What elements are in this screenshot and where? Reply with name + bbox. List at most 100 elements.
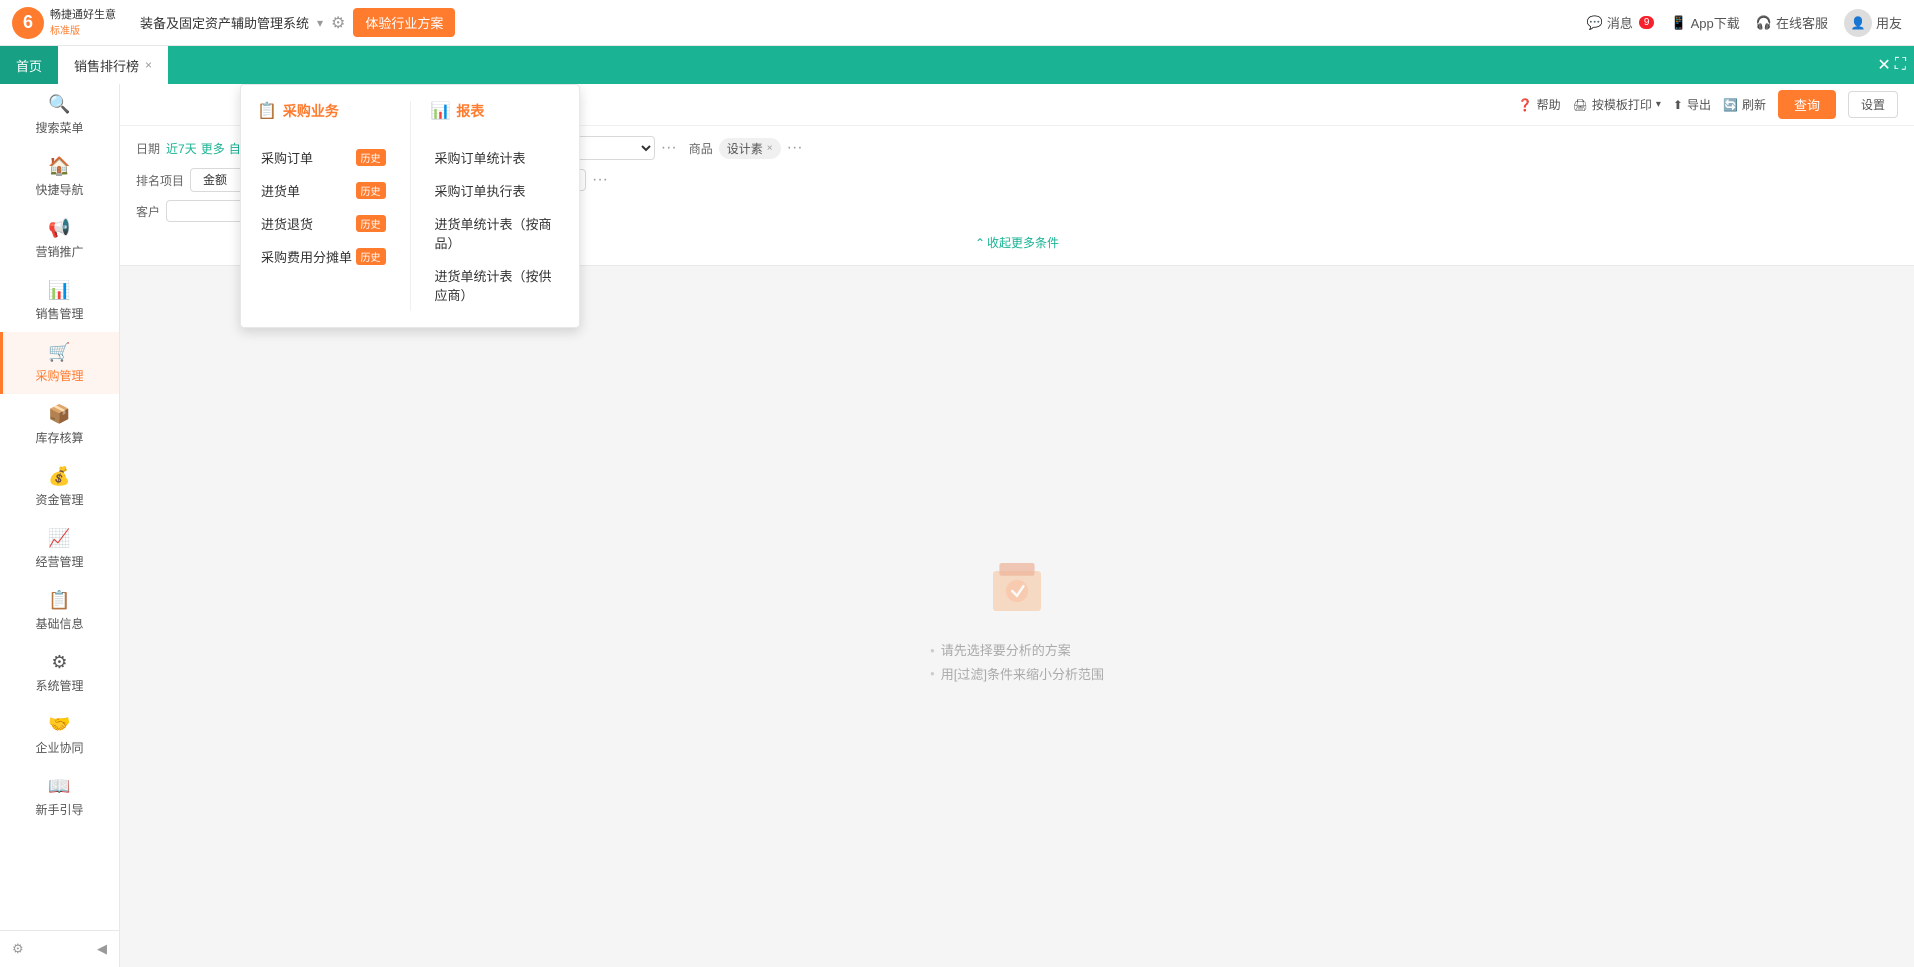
dropdown-col-reports: 📊 报表 采购订单统计表 采购订单执行表 进货单统计表（按商品） 进货单统计表（…	[431, 101, 564, 311]
sidebar-item-guide[interactable]: 📖 新手引导	[0, 766, 119, 828]
system-icon: ⚙	[51, 652, 67, 673]
dropdown-item-receipt[interactable]: 进货单 历史	[257, 174, 390, 207]
app-download-btn[interactable]: 📱 App下载	[1670, 13, 1739, 32]
sidebar-item-nav[interactable]: 🏠 快捷导航	[0, 146, 119, 208]
finance-icon: 💰	[48, 466, 70, 487]
history-badge-receipt: 历史	[356, 182, 386, 199]
sales-icon: 📊	[48, 280, 70, 301]
user-avatar: 👤	[1844, 9, 1872, 37]
tab-home[interactable]: 首页	[0, 46, 58, 84]
sidebar-bottom: ⚙ ◀	[0, 930, 119, 967]
purchase-biz-header: 📋 采购业务	[257, 101, 390, 129]
print-dropdown-icon[interactable]: ▾	[1656, 99, 1661, 110]
empty-tips: 请先选择要分析的方案 用[过滤]条件来缩小分析范围	[930, 639, 1104, 686]
basic-icon: 📋	[48, 590, 70, 611]
goods-tag-close[interactable]: ×	[767, 143, 773, 154]
dropdown-item-order-stats[interactable]: 采购订单统计表	[431, 141, 564, 174]
rank-label: 排名项目	[136, 172, 184, 189]
reports-icon: 📊	[431, 101, 451, 121]
date-label: 日期	[136, 140, 160, 157]
empty-illustration	[977, 547, 1057, 627]
online-service-btn[interactable]: 🎧 在线客服	[1756, 13, 1828, 32]
header-right: 💬 消息 9 📱 App下载 🎧 在线客服 👤 用友	[1587, 9, 1902, 37]
logo-area: 6 畅捷通好生意 标准版	[12, 7, 132, 39]
refresh-btn[interactable]: 🔄 刷新	[1723, 96, 1766, 113]
empty-state: 请先选择要分析的方案 用[过滤]条件来缩小分析范围	[120, 266, 1914, 967]
sidebar-item-search[interactable]: 🔍 搜索菜单	[0, 84, 119, 146]
system-dropdown-arrow[interactable]: ▾	[317, 16, 323, 30]
sidebar-item-sales[interactable]: 📊 销售管理	[0, 270, 119, 332]
customer-label: 客户	[136, 203, 160, 220]
salesman-more-btn[interactable]: ···	[592, 171, 608, 189]
goods-filter: 商品 设计素 × ···	[689, 138, 803, 159]
tip-2: 用[过滤]条件来缩小分析范围	[930, 663, 1104, 686]
dropdown-item-receipt-stats-goods[interactable]: 进货单统计表（按商品）	[431, 207, 564, 259]
purchase-biz-icon: 📋	[257, 101, 277, 121]
sidebar-item-finance[interactable]: 💰 资金管理	[0, 456, 119, 518]
tab-actions: ✕ ⛶	[1877, 55, 1914, 75]
home-icon: 🏠	[48, 156, 70, 177]
tab-sales-rank[interactable]: 销售排行榜 ×	[58, 46, 168, 84]
history-badge-return: 历史	[356, 215, 386, 232]
operations-icon: 📈	[48, 528, 70, 549]
phone-icon: 📱	[1670, 15, 1686, 31]
sidebar-item-inventory[interactable]: 📦 库存核算	[0, 394, 119, 456]
status-more-btn[interactable]: ···	[661, 139, 677, 157]
sidebar-collapse-icon[interactable]: ◀	[97, 941, 107, 957]
dropdown-divider	[410, 101, 411, 311]
collapse-btn[interactable]: ⌃ 收起更多条件	[971, 230, 1063, 255]
dropdown-menu: 📋 采购业务 采购订单 历史 进货单 历史 进货退货 历史	[240, 84, 580, 328]
fullscreen-icon[interactable]: ⛶	[1895, 56, 1906, 74]
tab-close-btn[interactable]: ×	[145, 58, 152, 72]
export-icon: ⬆	[1673, 98, 1683, 112]
sidebar-item-basic[interactable]: 📋 基础信息	[0, 580, 119, 642]
set-button[interactable]: 设置	[1848, 91, 1898, 118]
dropdown-item-receipt-stats-supplier[interactable]: 进货单统计表（按供应商）	[431, 259, 564, 311]
sidebar-item-operations[interactable]: 📈 经营管理	[0, 518, 119, 580]
logo-icon: 6	[12, 7, 44, 39]
system-title: 装备及固定资产辅助管理系统	[140, 13, 309, 32]
logo-text: 畅捷通好生意 标准版	[50, 8, 116, 37]
header-center: 装备及固定资产辅助管理系统 ▾ ⚙ 体验行业方案	[132, 8, 1587, 37]
help-btn[interactable]: ❓ 帮助	[1518, 96, 1561, 113]
active-bar	[0, 332, 3, 394]
sidebar-item-system[interactable]: ⚙ 系统管理	[0, 642, 119, 704]
print-btn[interactable]: 🖨 按模板打印 ▾	[1573, 96, 1661, 113]
goods-more-btn[interactable]: ···	[787, 139, 803, 157]
history-badge-purchase-order: 历史	[356, 149, 386, 166]
sidebar-item-collab[interactable]: 🤝 企业协同	[0, 704, 119, 766]
query-button[interactable]: 查询	[1778, 90, 1836, 119]
date-more[interactable]: 更多	[201, 140, 225, 157]
date-quick-7days[interactable]: 近7天	[166, 140, 197, 157]
message-badge: 9	[1639, 16, 1655, 29]
dropdown-item-purchase-order[interactable]: 采购订单 历史	[257, 141, 390, 174]
history-badge-expense: 历史	[356, 248, 386, 265]
user-menu-btn[interactable]: 👤 用友	[1844, 9, 1902, 37]
headset-icon: 🎧	[1756, 15, 1772, 31]
dropdown-col-purchase: 📋 采购业务 采购订单 历史 进货单 历史 进货退货 历史	[257, 101, 390, 311]
close-window-icon[interactable]: ✕	[1877, 55, 1890, 75]
message-icon: 💬	[1587, 15, 1603, 31]
search-icon: 🔍	[48, 94, 70, 115]
nav-tabs: 首页 销售排行榜 × ✕ ⛶	[0, 46, 1914, 84]
message-btn[interactable]: 💬 消息 9	[1587, 13, 1655, 32]
sidebar: 🔍 搜索菜单 🏠 快捷导航 📢 营销推广 📊 销售管理 🛒 采购管理 📦 库存核…	[0, 84, 120, 967]
dropdown-item-return[interactable]: 进货退货 历史	[257, 207, 390, 240]
collab-icon: 🤝	[48, 714, 70, 735]
settings-icon[interactable]: ⚙	[331, 13, 345, 33]
sidebar-item-marketing[interactable]: 📢 营销推广	[0, 208, 119, 270]
help-icon: ❓	[1518, 98, 1533, 112]
sidebar-item-purchase[interactable]: 🛒 采购管理	[0, 332, 119, 394]
content-area: ❓ 帮助 🖨 按模板打印 ▾ ⬆ 导出 🔄 刷新 查询 设置	[120, 84, 1914, 967]
industry-btn[interactable]: 体验行业方案	[353, 8, 455, 37]
dropdown-item-order-exec[interactable]: 采购订单执行表	[431, 174, 564, 207]
main-layout: 🔍 搜索菜单 🏠 快捷导航 📢 营销推广 📊 销售管理 🛒 采购管理 📦 库存核…	[0, 84, 1914, 967]
goods-tag: 设计素 ×	[719, 138, 781, 159]
dropdown-item-expense[interactable]: 采购费用分摊单 历史	[257, 240, 390, 273]
guide-icon: 📖	[48, 776, 70, 797]
reports-header: 📊 报表	[431, 101, 564, 129]
export-btn[interactable]: ⬆ 导出	[1673, 96, 1711, 113]
tip-1: 请先选择要分析的方案	[930, 639, 1104, 662]
sidebar-settings-icon[interactable]: ⚙	[12, 941, 24, 957]
goods-label: 商品	[689, 140, 713, 157]
